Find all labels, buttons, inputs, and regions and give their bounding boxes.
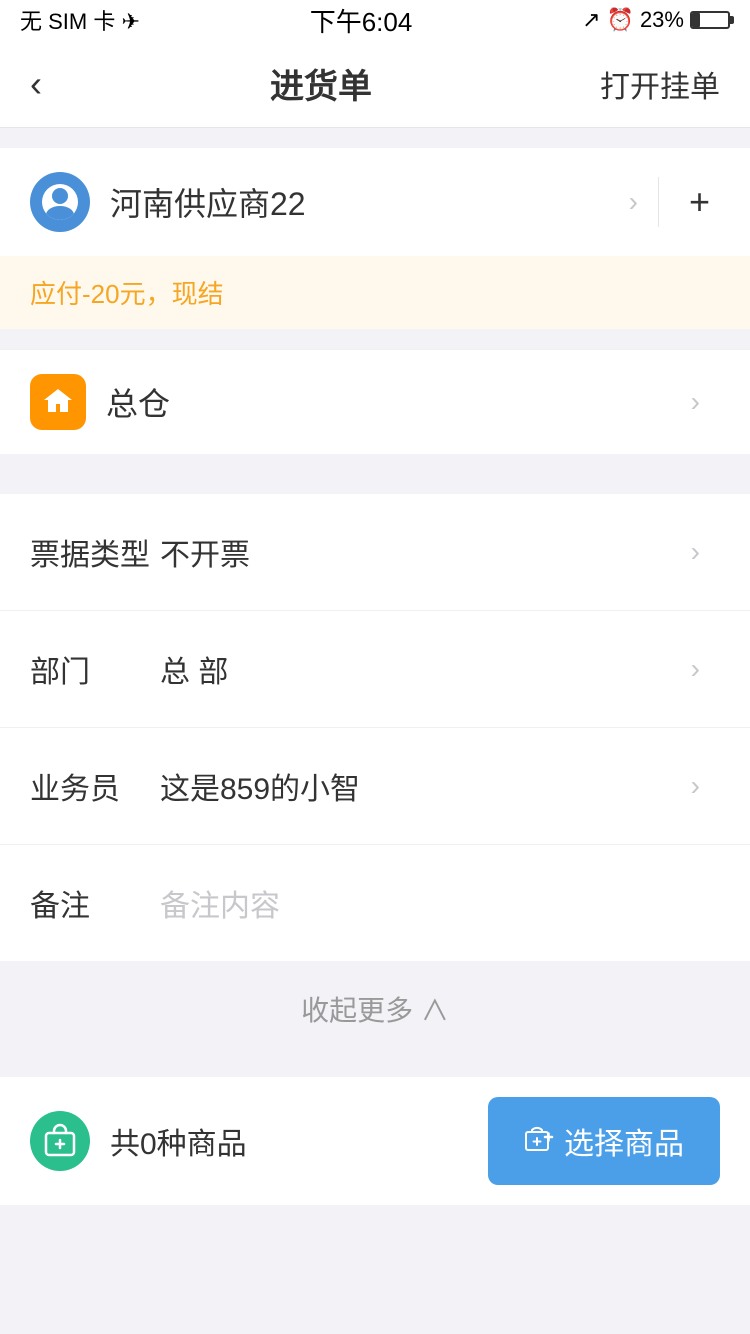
department-value: 总 部 — [160, 647, 691, 691]
warehouse-icon — [30, 374, 86, 430]
product-count-label: 共0种商品 — [110, 1119, 488, 1163]
location-icon: ↗ — [582, 7, 600, 33]
open-pending-button[interactable]: 打开挂单 — [600, 62, 720, 106]
vertical-divider — [658, 177, 659, 227]
alarm-icon: ⏰ — [607, 7, 634, 33]
invoice-type-row[interactable]: 票据类型 不开票 › — [0, 494, 750, 611]
add-supplier-button[interactable]: + — [679, 181, 720, 223]
invoice-type-label: 票据类型 — [30, 530, 160, 574]
status-left: 无 SIM 卡 ✈ — [20, 4, 140, 36]
supplier-name: 河南供应商22 — [110, 179, 629, 225]
top-divider — [0, 128, 750, 148]
status-time: 下午6:04 — [310, 2, 413, 39]
collapse-label: 收起更多 ∧ — [301, 989, 449, 1029]
divider-4 — [0, 1057, 750, 1077]
battery-percent: 23% — [640, 7, 684, 33]
status-bar: 无 SIM 卡 ✈ 下午6:04 ↗ ⏰ 23% — [0, 0, 750, 40]
page-title: 进货单 — [270, 59, 372, 108]
salesperson-label: 业务员 — [30, 764, 160, 808]
salesperson-value: 这是859的小智 — [160, 764, 691, 808]
select-product-icon — [524, 1126, 554, 1156]
salesperson-row[interactable]: 业务员 这是859的小智 › — [0, 728, 750, 845]
battery-icon — [690, 11, 730, 29]
avatar-icon — [42, 184, 78, 220]
notice-bar: 应付-20元，现结 — [0, 256, 750, 329]
sim-label: 无 SIM 卡 ✈ — [20, 4, 140, 36]
divider-3 — [0, 454, 750, 474]
remark-input[interactable]: 备注内容 — [160, 881, 720, 925]
product-icon — [30, 1111, 90, 1171]
nav-bar: ‹ 进货单 打开挂单 — [0, 40, 750, 128]
supplier-section: 河南供应商22 › + 应付-20元，现结 — [0, 148, 750, 329]
department-chevron-icon: › — [691, 653, 700, 685]
form-section: 票据类型 不开票 › 部门 总 部 › 业务员 这是859的小智 › 备注 备注… — [0, 494, 750, 961]
divider-2 — [0, 329, 750, 349]
warehouse-name: 总仓 — [106, 379, 691, 425]
supplier-avatar — [30, 172, 90, 232]
status-right: ↗ ⏰ 23% — [582, 7, 730, 33]
supplier-chevron-icon: › — [629, 186, 638, 218]
product-bar: 共0种商品 选择商品 — [0, 1077, 750, 1205]
department-row[interactable]: 部门 总 部 › — [0, 611, 750, 728]
notice-text: 应付-20元，现结 — [30, 279, 224, 309]
back-button[interactable]: ‹ — [30, 63, 42, 105]
warehouse-section: 总仓 › — [0, 349, 750, 454]
warehouse-row[interactable]: 总仓 › — [0, 349, 750, 454]
select-product-label: 选择商品 — [564, 1119, 684, 1163]
supplier-row[interactable]: 河南供应商22 › + — [0, 148, 750, 256]
department-label: 部门 — [30, 647, 160, 691]
collapse-button[interactable]: 收起更多 ∧ — [0, 961, 750, 1057]
salesperson-chevron-icon: › — [691, 770, 700, 802]
remark-row[interactable]: 备注 备注内容 — [0, 845, 750, 961]
invoice-type-chevron-icon: › — [691, 536, 700, 568]
invoice-type-value: 不开票 — [160, 530, 691, 574]
remark-label: 备注 — [30, 881, 160, 925]
select-product-button[interactable]: 选择商品 — [488, 1097, 720, 1185]
warehouse-chevron-icon: › — [691, 386, 700, 418]
